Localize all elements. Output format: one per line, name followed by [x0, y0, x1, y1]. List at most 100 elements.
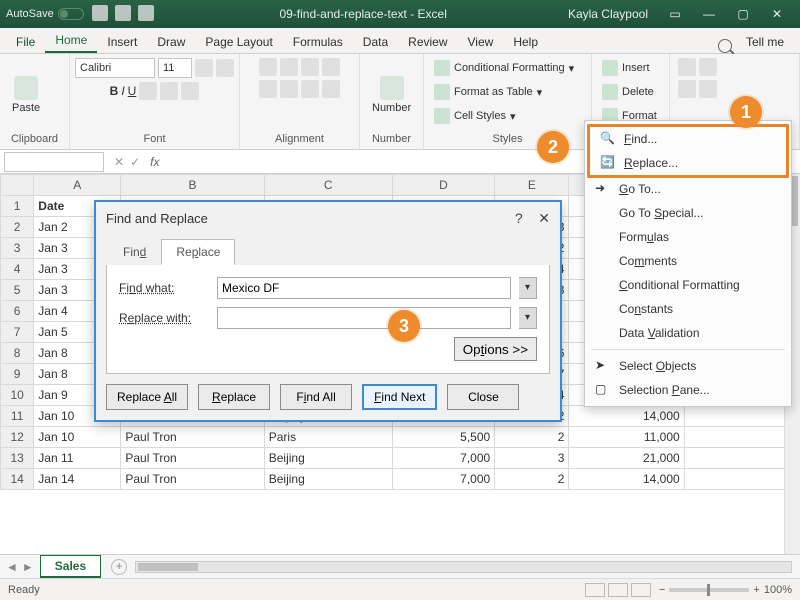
menu-replace[interactable]: 🔄Replace... [590, 151, 786, 175]
row-header[interactable]: 14 [1, 469, 34, 490]
cell[interactable]: 7,000 [392, 448, 494, 469]
zoom-out-button[interactable]: − [659, 584, 665, 596]
tab-help[interactable]: Help [503, 31, 548, 53]
options-button[interactable]: Options >> [454, 337, 537, 361]
minimize-button[interactable]: — [692, 3, 726, 25]
zoom-level[interactable]: 100% [764, 584, 792, 596]
row-header[interactable]: 4 [1, 259, 34, 280]
table-row[interactable]: 12Jan 10Paul TronParis5,500211,000 [1, 427, 800, 448]
cell[interactable]: Jan 14 [34, 469, 121, 490]
menu-formulas[interactable]: Formulas [585, 225, 791, 249]
cell[interactable]: Paul Tron [121, 469, 264, 490]
add-sheet-button[interactable]: + [111, 559, 127, 575]
merge-icon[interactable] [322, 80, 340, 98]
find-history-dropdown[interactable]: ▾ [519, 277, 537, 299]
cell[interactable]: 11,000 [569, 427, 684, 448]
cell[interactable]: Beijing [264, 448, 392, 469]
menu-select-objects[interactable]: ➤Select Objects [585, 354, 791, 378]
find-next-button[interactable]: Find Next [362, 384, 437, 410]
cell[interactable]: Jan 11 [34, 448, 121, 469]
wrap-text-icon[interactable] [322, 58, 340, 76]
dialog-tab-find[interactable]: Find [108, 239, 161, 265]
view-normal-icon[interactable] [585, 583, 605, 597]
increase-font-icon[interactable] [195, 59, 213, 77]
font-size-select[interactable]: 11 [158, 58, 192, 78]
row-header[interactable]: 5 [1, 280, 34, 301]
dialog-help-button[interactable]: ? [515, 210, 523, 226]
menu-comments[interactable]: Comments [585, 249, 791, 273]
zoom-slider[interactable] [669, 588, 749, 592]
save-icon[interactable] [92, 5, 108, 21]
border-icon[interactable] [139, 82, 157, 100]
cell[interactable]: Paul Tron [121, 448, 264, 469]
cell[interactable]: 14,000 [569, 469, 684, 490]
find-all-button[interactable]: Find All [280, 384, 352, 410]
row-header[interactable]: 11 [1, 406, 34, 427]
align-left-icon[interactable] [259, 80, 277, 98]
cell[interactable] [684, 469, 799, 490]
tab-insert[interactable]: Insert [97, 31, 147, 53]
table-row[interactable]: 13Jan 11Paul TronBeijing7,000321,000 [1, 448, 800, 469]
cancel-icon[interactable]: ✕ [114, 155, 124, 169]
tab-file[interactable]: File [6, 31, 45, 53]
sheet-nav-next[interactable]: ► [22, 560, 34, 574]
replace-with-input[interactable] [217, 307, 511, 329]
horizontal-scrollbar[interactable] [135, 561, 792, 573]
ribbon-display-icon[interactable]: ▭ [658, 3, 692, 25]
replace-button[interactable]: Replace [198, 384, 270, 410]
row-header[interactable]: 1 [1, 196, 34, 217]
cell[interactable]: Paul Tron [121, 427, 264, 448]
tab-draw[interactable]: Draw [147, 31, 195, 53]
maximize-button[interactable]: ▢ [726, 3, 760, 25]
autosave-toggle[interactable] [58, 8, 84, 20]
replace-history-dropdown[interactable]: ▾ [519, 307, 537, 329]
row-header[interactable]: 7 [1, 322, 34, 343]
align-right-icon[interactable] [301, 80, 319, 98]
tab-page-layout[interactable]: Page Layout [195, 31, 282, 53]
align-bottom-icon[interactable] [301, 58, 319, 76]
cell[interactable]: 14,000 [569, 406, 684, 427]
select-all[interactable] [1, 175, 34, 196]
cell[interactable]: 3 [495, 448, 569, 469]
redo-icon[interactable] [138, 5, 154, 21]
row-header[interactable]: 9 [1, 364, 34, 385]
align-top-icon[interactable] [259, 58, 277, 76]
menu-find[interactable]: 🔍Find... [590, 127, 786, 151]
cell[interactable]: Paris [264, 427, 392, 448]
cell[interactable] [684, 448, 799, 469]
cell-styles-button[interactable]: Cell Styles▾ [432, 106, 518, 126]
fx-icon[interactable]: fx [150, 155, 159, 169]
insert-cells-button[interactable]: Insert [600, 58, 652, 78]
menu-cond-format[interactable]: Conditional Formatting [585, 273, 791, 297]
name-box[interactable] [4, 152, 104, 172]
dialog-close-button[interactable]: ✕ [538, 210, 550, 226]
fill-color-icon[interactable] [160, 82, 178, 100]
decrease-font-icon[interactable] [216, 59, 234, 77]
row-header[interactable]: 12 [1, 427, 34, 448]
dialog-tab-replace[interactable]: Replace [161, 239, 235, 265]
row-header[interactable]: 3 [1, 238, 34, 259]
tab-data[interactable]: Data [353, 31, 398, 53]
align-middle-icon[interactable] [280, 58, 298, 76]
tab-review[interactable]: Review [398, 31, 457, 53]
autosum-icon[interactable] [678, 58, 696, 76]
cell[interactable]: 21,000 [569, 448, 684, 469]
font-color-icon[interactable] [181, 82, 199, 100]
table-row[interactable]: 14Jan 14Paul TronBeijing7,000214,000 [1, 469, 800, 490]
delete-cells-button[interactable]: Delete [600, 82, 656, 102]
fill-icon[interactable] [678, 80, 696, 98]
row-header[interactable]: 13 [1, 448, 34, 469]
close-dialog-button[interactable]: Close [447, 384, 519, 410]
tab-formulas[interactable]: Formulas [283, 31, 353, 53]
row-header[interactable]: 8 [1, 343, 34, 364]
find-what-input[interactable] [217, 277, 511, 299]
cell[interactable]: Beijing [264, 469, 392, 490]
tab-view[interactable]: View [458, 31, 504, 53]
cell[interactable]: 5,500 [392, 427, 494, 448]
cell[interactable] [684, 406, 799, 427]
zoom-in-button[interactable]: + [753, 584, 759, 596]
row-header[interactable]: 6 [1, 301, 34, 322]
tell-me[interactable]: Tell me [736, 31, 794, 53]
enter-icon[interactable]: ✓ [130, 155, 140, 169]
view-page-layout-icon[interactable] [608, 583, 628, 597]
